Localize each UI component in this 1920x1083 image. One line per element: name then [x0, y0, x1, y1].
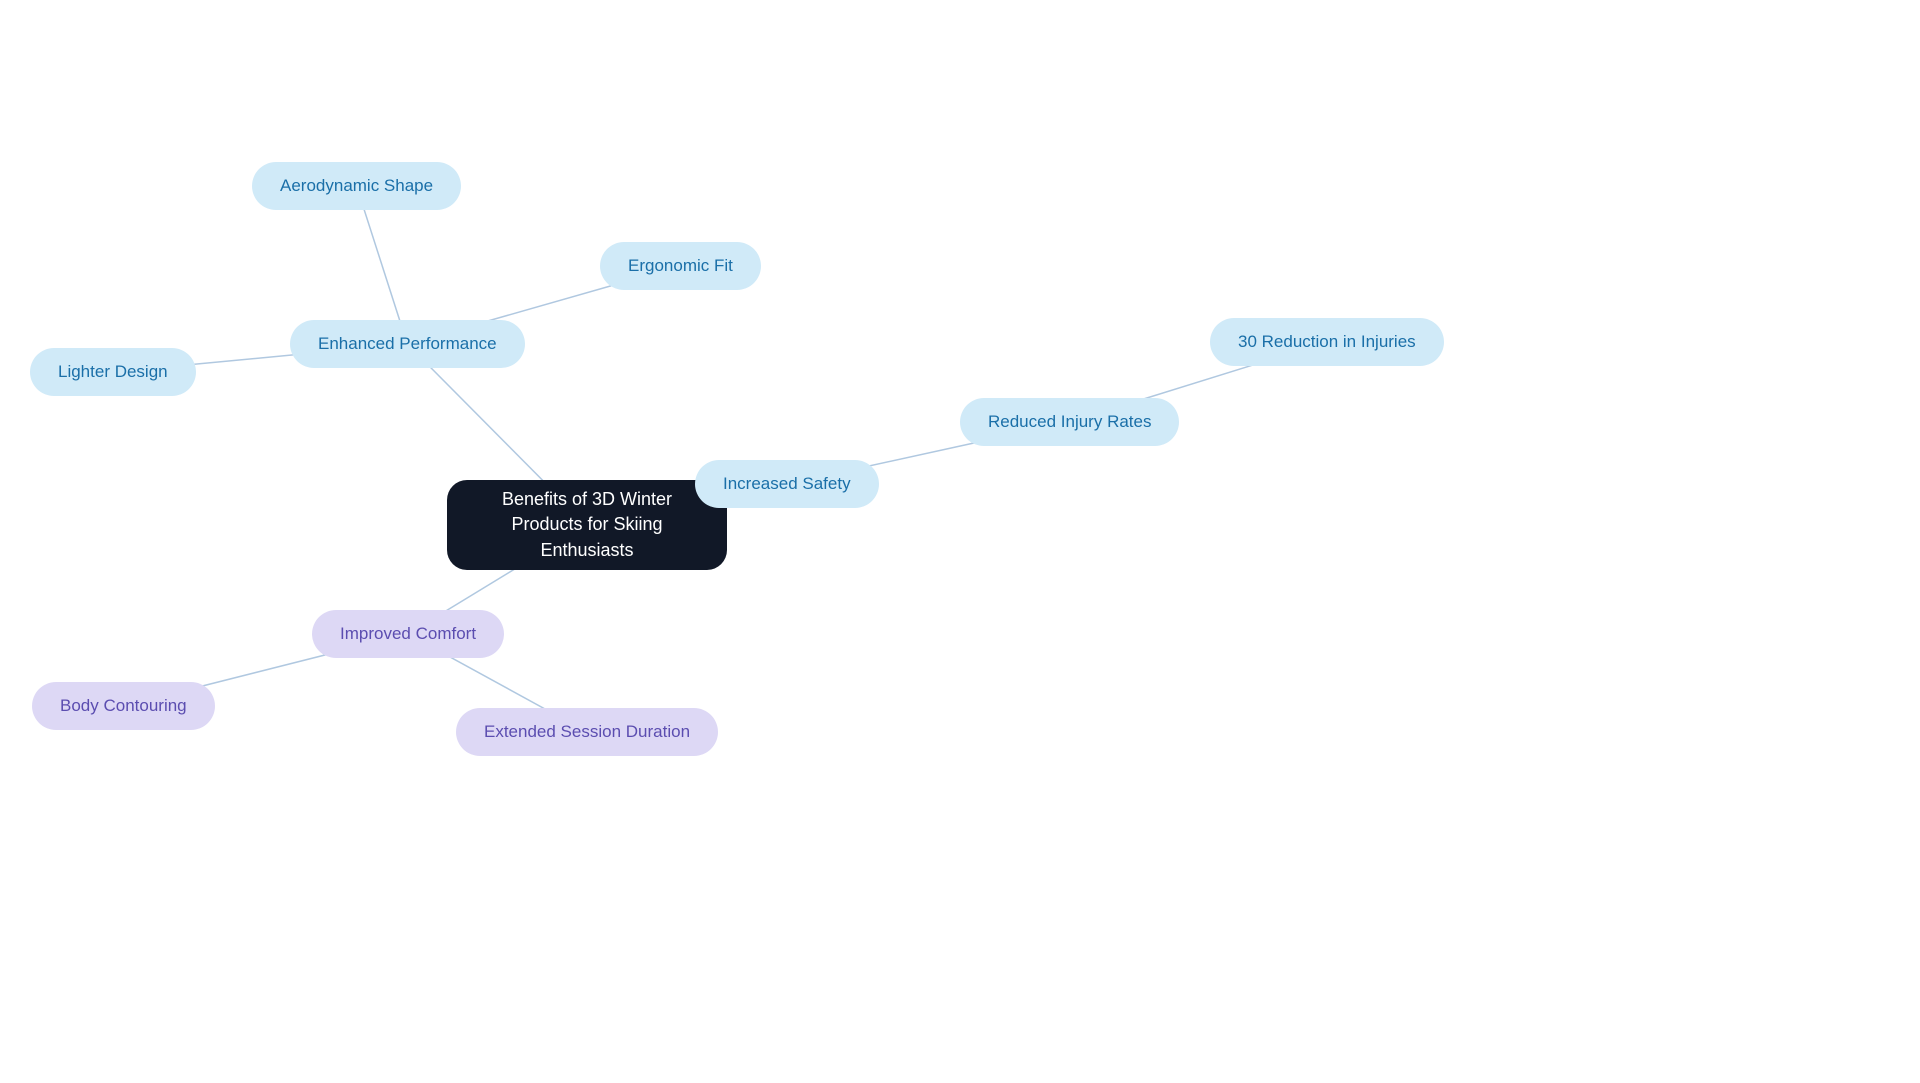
improved-comfort-label: Improved Comfort: [340, 624, 476, 644]
extended-session-label: Extended Session Duration: [484, 722, 690, 742]
center-node: Benefits of 3D Winter Products for Skiin…: [447, 480, 727, 570]
increased-safety-node: Increased Safety: [695, 460, 879, 508]
lighter-design-label: Lighter Design: [58, 362, 168, 382]
aerodynamic-shape-node: Aerodynamic Shape: [252, 162, 461, 210]
improved-comfort-node: Improved Comfort: [312, 610, 504, 658]
ergonomic-fit-node: Ergonomic Fit: [600, 242, 761, 290]
reduced-injury-rates-node: Reduced Injury Rates: [960, 398, 1179, 446]
reduction-injuries-node: 30 Reduction in Injuries: [1210, 318, 1444, 366]
increased-safety-label: Increased Safety: [723, 474, 851, 494]
enhanced-performance-node: Enhanced Performance: [290, 320, 525, 368]
reduction-injuries-label: 30 Reduction in Injuries: [1238, 332, 1416, 352]
ergonomic-fit-label: Ergonomic Fit: [628, 256, 733, 276]
body-contouring-label: Body Contouring: [60, 696, 187, 716]
extended-session-node: Extended Session Duration: [456, 708, 718, 756]
body-contouring-node: Body Contouring: [32, 682, 215, 730]
aerodynamic-shape-label: Aerodynamic Shape: [280, 176, 433, 196]
lighter-design-node: Lighter Design: [30, 348, 196, 396]
reduced-injury-rates-label: Reduced Injury Rates: [988, 412, 1151, 432]
center-node-label: Benefits of 3D Winter Products for Skiin…: [467, 487, 707, 563]
enhanced-performance-label: Enhanced Performance: [318, 334, 497, 354]
